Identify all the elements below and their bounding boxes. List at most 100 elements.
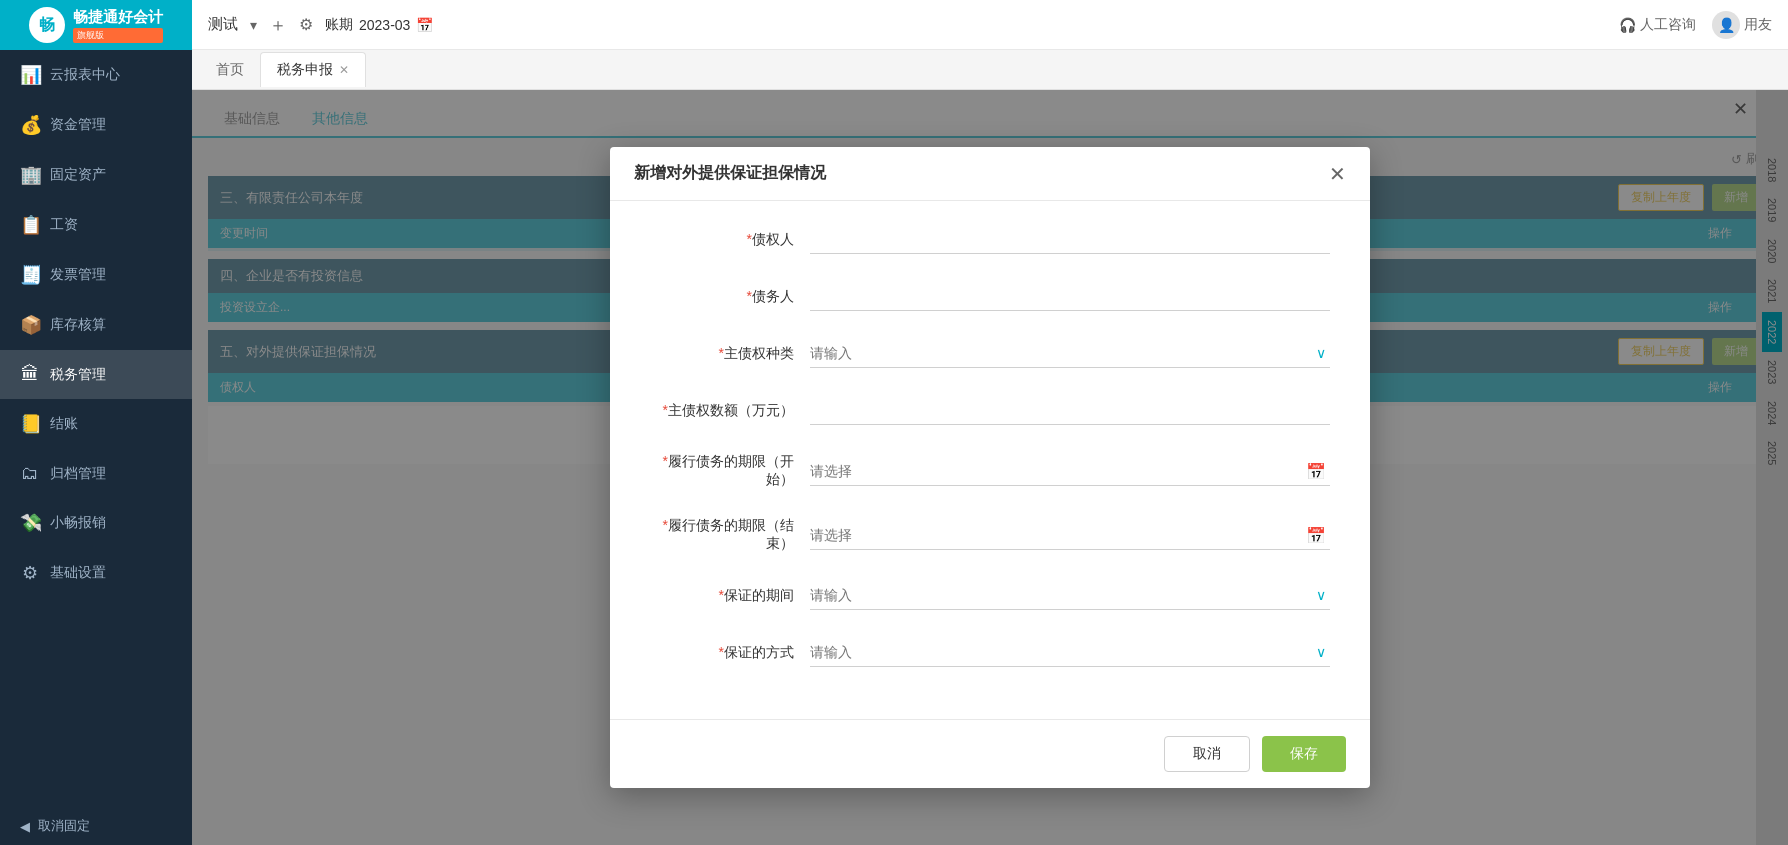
form-field-guarantee-method: *保证的方式 ∨ [650,638,1330,667]
support-button[interactable]: 🎧 人工咨询 [1619,16,1696,34]
tab-tax-report-label: 税务申报 [277,61,333,79]
invoice-icon: 🧾 [20,264,40,286]
debtor-label: *债务人 [650,288,810,306]
page-content: 基础信息 其他信息 ↺ 刷新 [192,90,1788,845]
save-button[interactable]: 保存 [1262,736,1346,772]
form-field-creditor: *债权人 [650,225,1330,254]
sidebar-item-fixed-assets[interactable]: 🏢 固定资产 [0,150,192,200]
form-field-claim-amount: *主债权数额（万元） [650,396,1330,425]
guarantee-period-label: *保证的期间 [650,587,810,605]
form-field-guarantee-period: *保证的期间 ∨ [650,581,1330,610]
sidebar-item-label: 库存核算 [50,316,106,334]
sidebar-item-payroll[interactable]: 📋 工资 [0,200,192,250]
sidebar-item-archive[interactable]: 🗂 归档管理 [0,449,192,498]
company-name: 测试 [208,15,238,34]
claim-amount-input[interactable] [810,396,1330,425]
sidebar-item-label: 结账 [50,415,78,433]
guarantee-period-wrapper: ∨ [810,581,1330,610]
tab-tax-report[interactable]: 税务申报 ✕ [260,52,366,87]
debt-start-label: *履行债务的期限（开始） [650,453,810,489]
form-field-debt-end: *履行债务的期限（结束） 📅 [650,517,1330,553]
sidebar-item-fund[interactable]: 💰 资金管理 [0,100,192,150]
guarantee-method-input[interactable] [810,638,1330,666]
debt-end-calendar-icon[interactable]: 📅 [1306,525,1326,544]
tax-icon: 🏛 [20,364,40,385]
accounting-icon: 📒 [20,413,40,435]
debtor-input[interactable] [810,282,1330,311]
debt-start-wrapper: 📅 [810,457,1330,486]
archive-icon: 🗂 [20,463,40,484]
required-marker: * [663,517,668,533]
sidebar-item-tax[interactable]: 🏛 税务管理 [0,350,192,399]
sidebar-item-invoice[interactable]: 🧾 发票管理 [0,250,192,300]
period-calendar-icon[interactable]: 📅 [416,17,433,33]
required-marker: * [747,231,752,247]
debt-start-calendar-icon[interactable]: 📅 [1306,461,1326,480]
inventory-icon: 📦 [20,314,40,336]
sidebar-item-label: 资金管理 [50,116,106,134]
add-button[interactable]: ＋ [269,13,287,37]
form-field-debt-start: *履行债务的期限（开始） 📅 [650,453,1330,489]
tab-close-icon[interactable]: ✕ [339,63,349,77]
company-chevron-icon[interactable]: ▾ [250,17,257,33]
settings-gear-icon[interactable]: ⚙ [299,15,313,34]
period-value: 2023-03 [359,17,410,33]
required-marker: * [719,644,724,660]
logo-title: 畅捷通好会计 [73,8,163,26]
claim-type-chevron-icon[interactable]: ∨ [1316,345,1326,361]
sidebar-item-cloud-reports[interactable]: 📊 云报表中心 [0,50,192,100]
payroll-icon: 📋 [20,214,40,236]
tabbar: 首页 税务申报 ✕ [192,50,1788,90]
required-marker: * [719,345,724,361]
claim-type-input[interactable] [810,339,1330,367]
fund-icon: 💰 [20,114,40,136]
tab-home[interactable]: 首页 [200,53,260,87]
modal-overlay: 新增对外提供保证担保情况 ✕ *债权人 [192,90,1788,845]
sidebar-item-label: 工资 [50,216,78,234]
creditor-input-wrapper [810,225,1330,254]
period-label: 账期 [325,16,353,34]
cancel-button[interactable]: 取消 [1164,736,1250,772]
guarantee-method-chevron-icon[interactable]: ∨ [1316,644,1326,660]
sidebar-item-label: 税务管理 [50,366,106,384]
unpin-label: 取消固定 [38,817,90,835]
sidebar-item-expense[interactable]: 💸 小畅报销 [0,498,192,548]
sidebar: 畅 畅捷通好会计 旗舰版 📊 云报表中心 💰 资金管理 🏢 固定资产 📋 工资 [0,0,192,845]
modal-header: 新增对外提供保证担保情况 ✕ [610,147,1370,201]
guarantee-period-chevron-icon[interactable]: ∨ [1316,587,1326,603]
debtor-input-wrapper [810,282,1330,311]
user-button[interactable]: 👤 用友 [1712,11,1772,39]
settings-icon: ⚙ [20,562,40,584]
sidebar-item-label: 归档管理 [50,465,106,483]
sidebar-item-accounting[interactable]: 📒 结账 [0,399,192,449]
modal-close-icon[interactable]: ✕ [1329,164,1346,184]
guarantee-method-label: *保证的方式 [650,644,810,662]
sidebar-item-inventory[interactable]: 📦 库存核算 [0,300,192,350]
topbar-right: 🎧 人工咨询 👤 用友 [1619,11,1772,39]
claim-type-select-wrapper: ∨ [810,339,1330,368]
support-label: 人工咨询 [1640,16,1696,34]
debt-end-input[interactable] [810,521,1330,549]
headset-icon: 🎧 [1619,17,1636,33]
required-marker: * [663,453,668,469]
required-marker: * [719,587,724,603]
required-marker: * [747,288,752,304]
guarantee-period-input[interactable] [810,581,1330,609]
sidebar-logo: 畅 畅捷通好会计 旗舰版 [0,0,192,50]
modal-add-guarantee: 新增对外提供保证担保情况 ✕ *债权人 [610,147,1370,788]
modal-body: *债权人 *债务人 [610,201,1370,719]
unpin-icon: ◀ [20,819,30,834]
expense-icon: 💸 [20,512,40,534]
period-selector: 账期 2023-03 📅 [325,16,433,34]
sidebar-item-label: 云报表中心 [50,66,120,84]
debt-end-wrapper: 📅 [810,521,1330,550]
sidebar-item-settings[interactable]: ⚙ 基础设置 [0,548,192,598]
guarantee-method-wrapper: ∨ [810,638,1330,667]
creditor-input[interactable] [810,225,1330,254]
sidebar-unpin-button[interactable]: ◀ 取消固定 [0,807,192,845]
logo-text-wrapper: 畅捷通好会计 旗舰版 [73,8,163,43]
modal-title: 新增对外提供保证担保情况 [634,163,826,184]
sidebar-item-label: 发票管理 [50,266,106,284]
debt-start-input[interactable] [810,457,1330,485]
form-field-claim-type: *主债权种类 ∨ [650,339,1330,368]
